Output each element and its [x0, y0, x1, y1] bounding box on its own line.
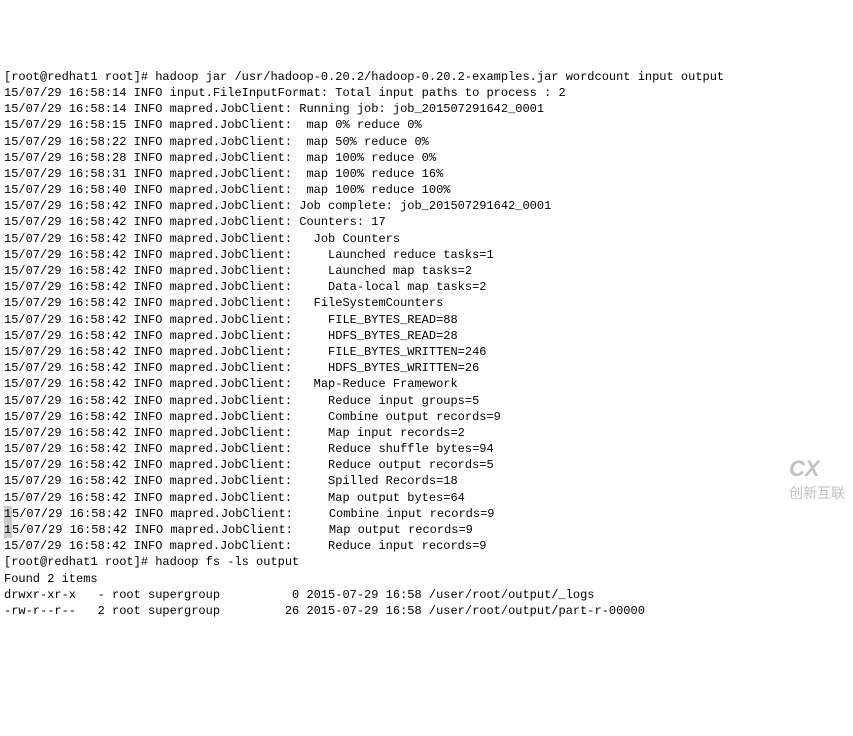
log-line: 15/07/29 16:58:42 INFO mapred.JobClient:… — [4, 344, 849, 360]
log-line: 15/07/29 16:58:42 INFO mapred.JobClient:… — [4, 409, 849, 425]
log-line: 15/07/29 16:58:42 INFO mapred.JobClient:… — [4, 473, 849, 489]
log-line: 15/07/29 16:58:31 INFO mapred.JobClient:… — [4, 166, 849, 182]
command-line: [root@redhat1 root]# hadoop fs -ls outpu… — [4, 554, 849, 570]
log-line: 15/07/29 16:58:42 INFO mapred.JobClient:… — [4, 214, 849, 230]
log-line: 15/07/29 16:58:42 INFO mapred.JobClient:… — [4, 295, 849, 311]
log-line: 15/07/29 16:58:42 INFO mapred.JobClient:… — [4, 522, 849, 538]
log-line: 15/07/29 16:58:42 INFO mapred.JobClient:… — [4, 360, 849, 376]
log-line: 15/07/29 16:58:40 INFO mapred.JobClient:… — [4, 182, 849, 198]
log-line: 15/07/29 16:58:42 INFO mapred.JobClient:… — [4, 376, 849, 392]
log-line: 15/07/29 16:58:42 INFO mapred.JobClient:… — [4, 506, 849, 522]
selection-mark: 1 — [4, 522, 12, 538]
log-line: 15/07/29 16:58:42 INFO mapred.JobClient:… — [4, 198, 849, 214]
log-line: 15/07/29 16:58:42 INFO mapred.JobClient:… — [4, 425, 849, 441]
log-line: 15/07/29 16:58:28 INFO mapred.JobClient:… — [4, 150, 849, 166]
log-line: 15/07/29 16:58:42 INFO mapred.JobClient:… — [4, 538, 849, 554]
log-line: 15/07/29 16:58:22 INFO mapred.JobClient:… — [4, 134, 849, 150]
ls-output-line: Found 2 items — [4, 571, 849, 587]
log-line: 15/07/29 16:58:42 INFO mapred.JobClient:… — [4, 490, 849, 506]
log-line: 15/07/29 16:58:42 INFO mapred.JobClient:… — [4, 328, 849, 344]
watermark-text: 创新互联 — [789, 485, 845, 501]
log-line: 15/07/29 16:58:14 INFO input.FileInputFo… — [4, 85, 849, 101]
command-line: [root@redhat1 root]# hadoop jar /usr/had… — [4, 69, 849, 85]
log-line: 15/07/29 16:58:14 INFO mapred.JobClient:… — [4, 101, 849, 117]
log-line: 15/07/29 16:58:42 INFO mapred.JobClient:… — [4, 441, 849, 457]
watermark-mark: CX — [789, 456, 820, 481]
log-line: 15/07/29 16:58:42 INFO mapred.JobClient:… — [4, 263, 849, 279]
log-line: 15/07/29 16:58:42 INFO mapred.JobClient:… — [4, 393, 849, 409]
log-line: 15/07/29 16:58:42 INFO mapred.JobClient:… — [4, 231, 849, 247]
log-line: 15/07/29 16:58:42 INFO mapred.JobClient:… — [4, 247, 849, 263]
ls-output-line: drwxr-xr-x - root supergroup 0 2015-07-2… — [4, 587, 849, 603]
watermark-logo: CX 创新互联 — [781, 436, 845, 503]
ls-output-line: -rw-r--r-- 2 root supergroup 26 2015-07-… — [4, 603, 849, 619]
log-line: 15/07/29 16:58:42 INFO mapred.JobClient:… — [4, 279, 849, 295]
selection-mark: 1 — [4, 506, 12, 522]
log-line: 15/07/29 16:58:42 INFO mapred.JobClient:… — [4, 457, 849, 473]
log-line: 15/07/29 16:58:42 INFO mapred.JobClient:… — [4, 312, 849, 328]
terminal-output[interactable]: [root@redhat1 root]# hadoop jar /usr/had… — [4, 69, 849, 619]
log-line: 15/07/29 16:58:15 INFO mapred.JobClient:… — [4, 117, 849, 133]
